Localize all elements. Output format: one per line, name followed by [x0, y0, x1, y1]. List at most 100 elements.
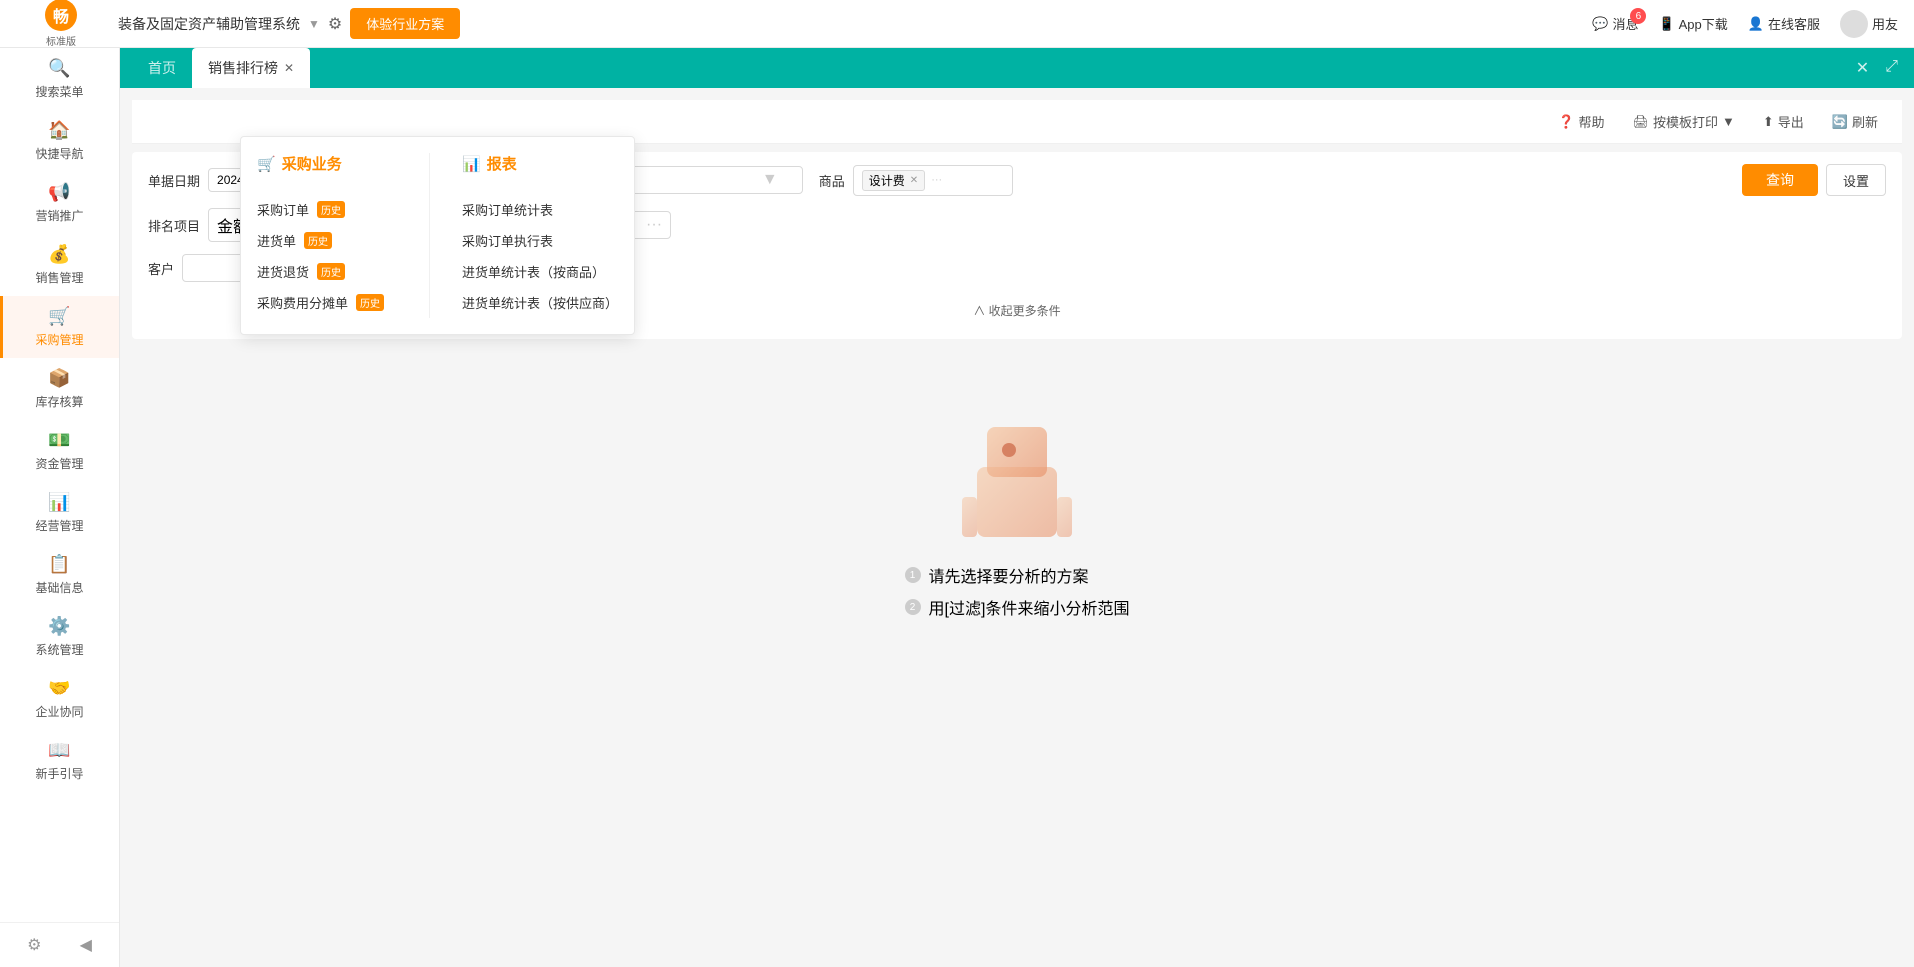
staff-dots: ··· [646, 216, 662, 234]
sidebar-item-system[interactable]: ⚙️ 系统管理 [0, 606, 119, 668]
sidebar-label-purchase: 采购管理 [35, 331, 83, 348]
goods-input[interactable]: 设计费 ✕ ··· [853, 165, 1013, 196]
footer-collapse-icon[interactable]: ◀ [80, 935, 92, 955]
inbound-by-goods-label: 进货单统计表（按商品） [462, 262, 605, 281]
tab-home[interactable]: 首页 [132, 48, 192, 88]
inbound-return-label: 进货退货 [257, 262, 309, 281]
tab-home-label: 首页 [148, 58, 176, 78]
marketing-icon: 📢 [48, 182, 70, 203]
sidebar-item-basic[interactable]: 📋 基础信息 [0, 544, 119, 606]
dropdown-item-purchase-order[interactable]: 采购订单 历史 [257, 194, 397, 225]
topbar-system: 装备及固定资产辅助管理系统 ▼ ⚙ 体验行业方案 [118, 8, 1592, 39]
dropdown-item-purchase-order-stat[interactable]: 采购订单统计表 [462, 194, 618, 225]
tab-fullscreen-button[interactable]: ⤢ [1881, 54, 1902, 82]
goods-filter: 商品 设计费 ✕ ··· [819, 165, 1013, 196]
dropdown-item-inbound-by-supplier[interactable]: 进货单统计表（按供应商） [462, 287, 618, 318]
inbound-return-history[interactable]: 历史 [317, 263, 345, 280]
empty-tip-1-text: 请先选择要分析的方案 [929, 563, 1089, 587]
industry-button[interactable]: 体验行业方案 [350, 8, 460, 39]
purchase-order-stat-label: 采购订单统计表 [462, 200, 553, 219]
sidebar-label-search: 搜索菜单 [35, 83, 83, 100]
sidebar-item-purchase[interactable]: 🛒 采购管理 [0, 296, 119, 358]
purchase-order-history[interactable]: 历史 [317, 201, 345, 218]
logo-area: 畅 标准版 [16, 0, 106, 48]
print-icon: 🖨 [1632, 114, 1649, 130]
gear-icon[interactable]: ⚙ [328, 14, 342, 34]
dropdown-item-purchase-order-exec[interactable]: 采购订单执行表 [462, 225, 618, 256]
tab-sales-rank-label: 销售排行榜 [208, 58, 278, 78]
sidebar-item-search[interactable]: 🔍 搜索菜单 [0, 48, 119, 110]
settings-button[interactable]: 设置 [1826, 164, 1886, 196]
user-area[interactable]: 用友 [1840, 10, 1898, 38]
home-icon: 🏠 [48, 120, 70, 141]
empty-illustration [957, 427, 1077, 547]
sidebar-item-finance[interactable]: 💵 资金管理 [0, 420, 119, 482]
search-icon: 🔍 [48, 58, 70, 79]
sidebar-label-quicknav: 快捷导航 [35, 145, 83, 162]
dropdown-item-inbound[interactable]: 进货单 历史 [257, 225, 397, 256]
guide-icon: 📖 [48, 740, 70, 761]
sidebar-label-operations: 经营管理 [35, 517, 83, 534]
help-button[interactable]: ❓ 帮助 [1550, 108, 1612, 135]
tab-sales-rank[interactable]: 销售排行榜 ✕ [192, 48, 310, 88]
sidebar-label-enterprise: 企业协同 [35, 703, 83, 720]
goods-tag-label: 设计费 [869, 172, 905, 189]
query-button[interactable]: 查询 [1742, 164, 1818, 196]
messages-button[interactable]: 💬 消息 6 [1592, 14, 1638, 33]
goods-tag-close-icon[interactable]: ✕ [910, 175, 918, 186]
purchase-col-icon: 🛒 [257, 155, 276, 173]
export-button[interactable]: ⬆ 导出 [1755, 108, 1812, 135]
page-content: 🛒 采购业务 采购订单 历史 进货单 历史 进货退货 历史 [120, 88, 1914, 967]
dropdown-item-inbound-by-goods[interactable]: 进货单统计表（按商品） [462, 256, 618, 287]
tab-close-button[interactable]: ✕ [1852, 54, 1873, 82]
sidebar-item-sales[interactable]: 💰 销售管理 [0, 234, 119, 296]
refresh-icon: 🔄 [1832, 114, 1848, 130]
dropdown-item-inbound-return[interactable]: 进货退货 历史 [257, 256, 397, 287]
sidebar-item-guide[interactable]: 📖 新手引导 [0, 730, 119, 792]
sidebar-item-marketing[interactable]: 📢 营销推广 [0, 172, 119, 234]
empty-state: 1 请先选择要分析的方案 2 用[过滤]条件来缩小分析范围 [132, 347, 1902, 699]
app-download-button[interactable]: 📱 App下载 [1658, 14, 1727, 33]
dropdown-item-purchase-expense[interactable]: 采购费用分摊单 历史 [257, 287, 397, 318]
purchase-order-label: 采购订单 [257, 200, 309, 219]
print-label: 按模板打印 [1653, 112, 1718, 131]
purchase-icon: 🛒 [48, 306, 70, 327]
refresh-label: 刷新 [1852, 112, 1878, 131]
tab-bar: 首页 销售排行榜 ✕ ✕ ⤢ [120, 48, 1914, 88]
collapse-label: 收起更多条件 [989, 304, 1061, 318]
robot-eye [1002, 443, 1016, 457]
report-column: 📊 报表 采购订单统计表 采购订单执行表 进货单统计表（按商品） 进货单统计表（… [462, 153, 618, 318]
goods-more-dots: ··· [931, 174, 942, 186]
operations-icon: 📊 [48, 492, 70, 513]
export-label: 导出 [1778, 112, 1804, 131]
customer-label: 客户 [148, 259, 174, 278]
sidebar-label-inventory: 库存核算 [35, 393, 83, 410]
print-arrow-icon: ▼ [1722, 114, 1735, 129]
tab-close-icon[interactable]: ✕ [284, 61, 294, 75]
rank-label: 排名项目 [148, 216, 200, 235]
sidebar-item-quicknav[interactable]: 🏠 快捷导航 [0, 110, 119, 172]
avatar [1840, 10, 1868, 38]
finance-icon: 💵 [48, 430, 70, 451]
inbound-history[interactable]: 历史 [304, 232, 332, 249]
robot-arm-left [962, 497, 977, 537]
footer-settings-icon[interactable]: ⚙ [27, 935, 41, 955]
system-arrow-icon[interactable]: ▼ [308, 17, 320, 31]
system-icon: ⚙️ [48, 616, 70, 637]
sidebar-label-sales: 销售管理 [35, 269, 83, 286]
print-button[interactable]: 🖨 按模板打印 ▼ [1624, 108, 1742, 135]
content-area: 首页 销售排行榜 ✕ ✕ ⤢ 🛒 采购业务 [120, 48, 1914, 967]
online-service-button[interactable]: 👤 在线客服 [1748, 14, 1820, 33]
purchase-expense-history[interactable]: 历史 [356, 294, 384, 311]
purchase-order-exec-label: 采购订单执行表 [462, 231, 553, 250]
refresh-button[interactable]: 🔄 刷新 [1824, 108, 1886, 135]
robot-body [977, 467, 1057, 537]
sidebar-item-enterprise[interactable]: 🤝 企业协同 [0, 668, 119, 730]
sidebar-item-inventory[interactable]: 📦 库存核算 [0, 358, 119, 420]
step-1-num: 1 [905, 567, 921, 583]
inbound-by-supplier-label: 进货单统计表（按供应商） [462, 293, 618, 312]
sidebar-item-operations[interactable]: 📊 经营管理 [0, 482, 119, 544]
app-download-label: App下载 [1679, 14, 1728, 33]
status-arrow-icon: ▼ [762, 171, 778, 189]
sidebar: 🔍 搜索菜单 🏠 快捷导航 📢 营销推广 💰 销售管理 🛒 采购管理 📦 库存核… [0, 48, 120, 967]
